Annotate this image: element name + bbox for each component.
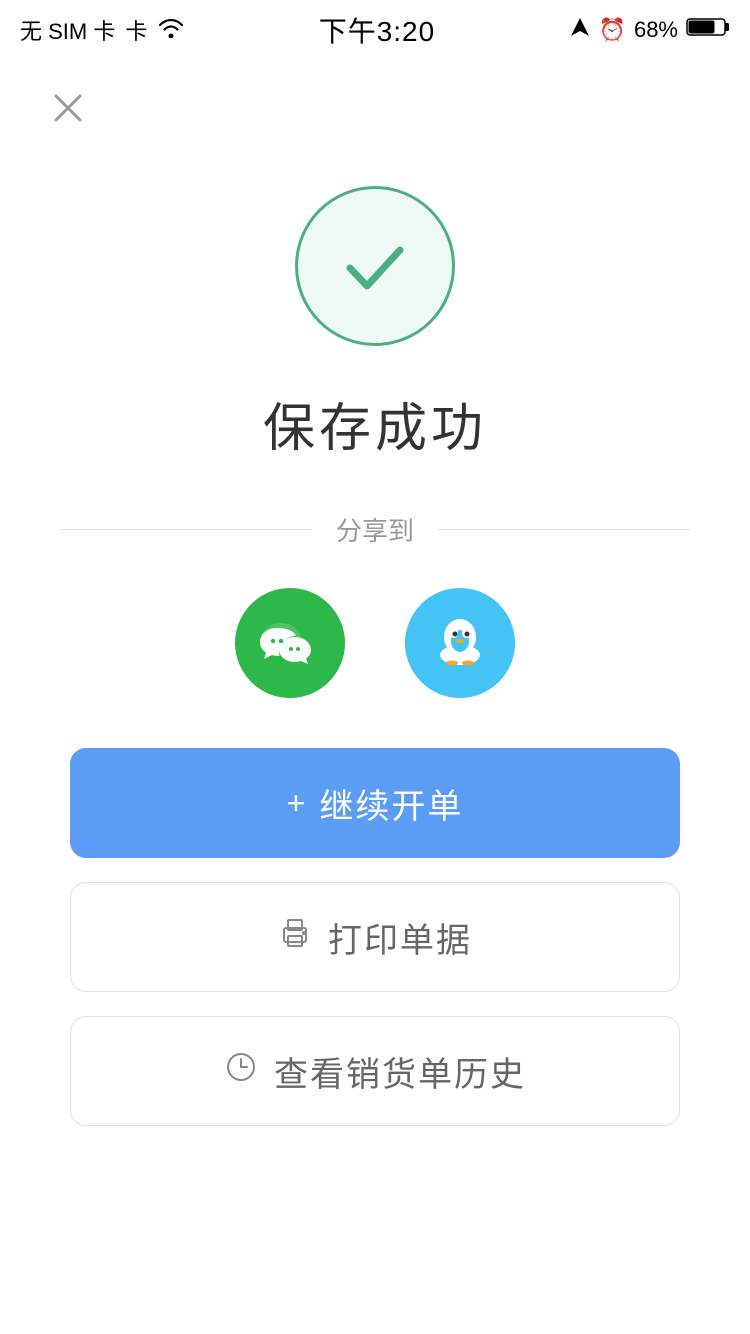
success-circle <box>295 186 455 346</box>
status-right: ⏰ 68% <box>569 16 730 44</box>
continue-button[interactable]: + 继续开单 <box>70 748 680 858</box>
print-label: 打印单据 <box>328 913 472 962</box>
status-left: 无 SIM 卡 卡 <box>20 14 185 46</box>
history-button[interactable]: 查看销货单历史 <box>70 1016 680 1126</box>
history-label: 查看销货单历史 <box>274 1047 526 1096</box>
wechat-share-button[interactable] <box>235 588 345 698</box>
battery-icon <box>686 16 730 44</box>
print-button[interactable]: 打印单据 <box>70 882 680 992</box>
status-bar: 无 SIM 卡 卡 下午3:20 ⏰ 68% <box>0 0 750 60</box>
qq-share-button[interactable] <box>405 588 515 698</box>
share-label: 分享到 <box>312 511 438 548</box>
alarm-icon: ⏰ <box>599 17 626 43</box>
plus-icon: + <box>287 785 306 822</box>
main-content: 保存成功 分享到 <box>0 60 750 1146</box>
action-buttons: + 继续开单 打印单据 查看销货单历史 <box>40 748 710 1126</box>
continue-label: 继续开单 <box>319 779 463 828</box>
success-title: 保存成功 <box>263 386 487 461</box>
share-divider: 分享到 <box>60 511 690 548</box>
history-icon <box>224 1050 258 1092</box>
location-icon <box>569 16 591 44</box>
status-time: 下午3:20 <box>319 10 436 50</box>
success-section: 保存成功 <box>40 186 710 461</box>
no-sim-text: 无 SIM 卡 <box>20 14 115 46</box>
wifi-icon <box>157 16 185 44</box>
print-icon <box>278 916 312 958</box>
sim-icon: 卡 <box>125 14 147 46</box>
close-button[interactable] <box>40 80 96 136</box>
battery-text: 68% <box>634 17 678 43</box>
share-section: 分享到 <box>40 511 710 698</box>
share-icons <box>235 588 515 698</box>
